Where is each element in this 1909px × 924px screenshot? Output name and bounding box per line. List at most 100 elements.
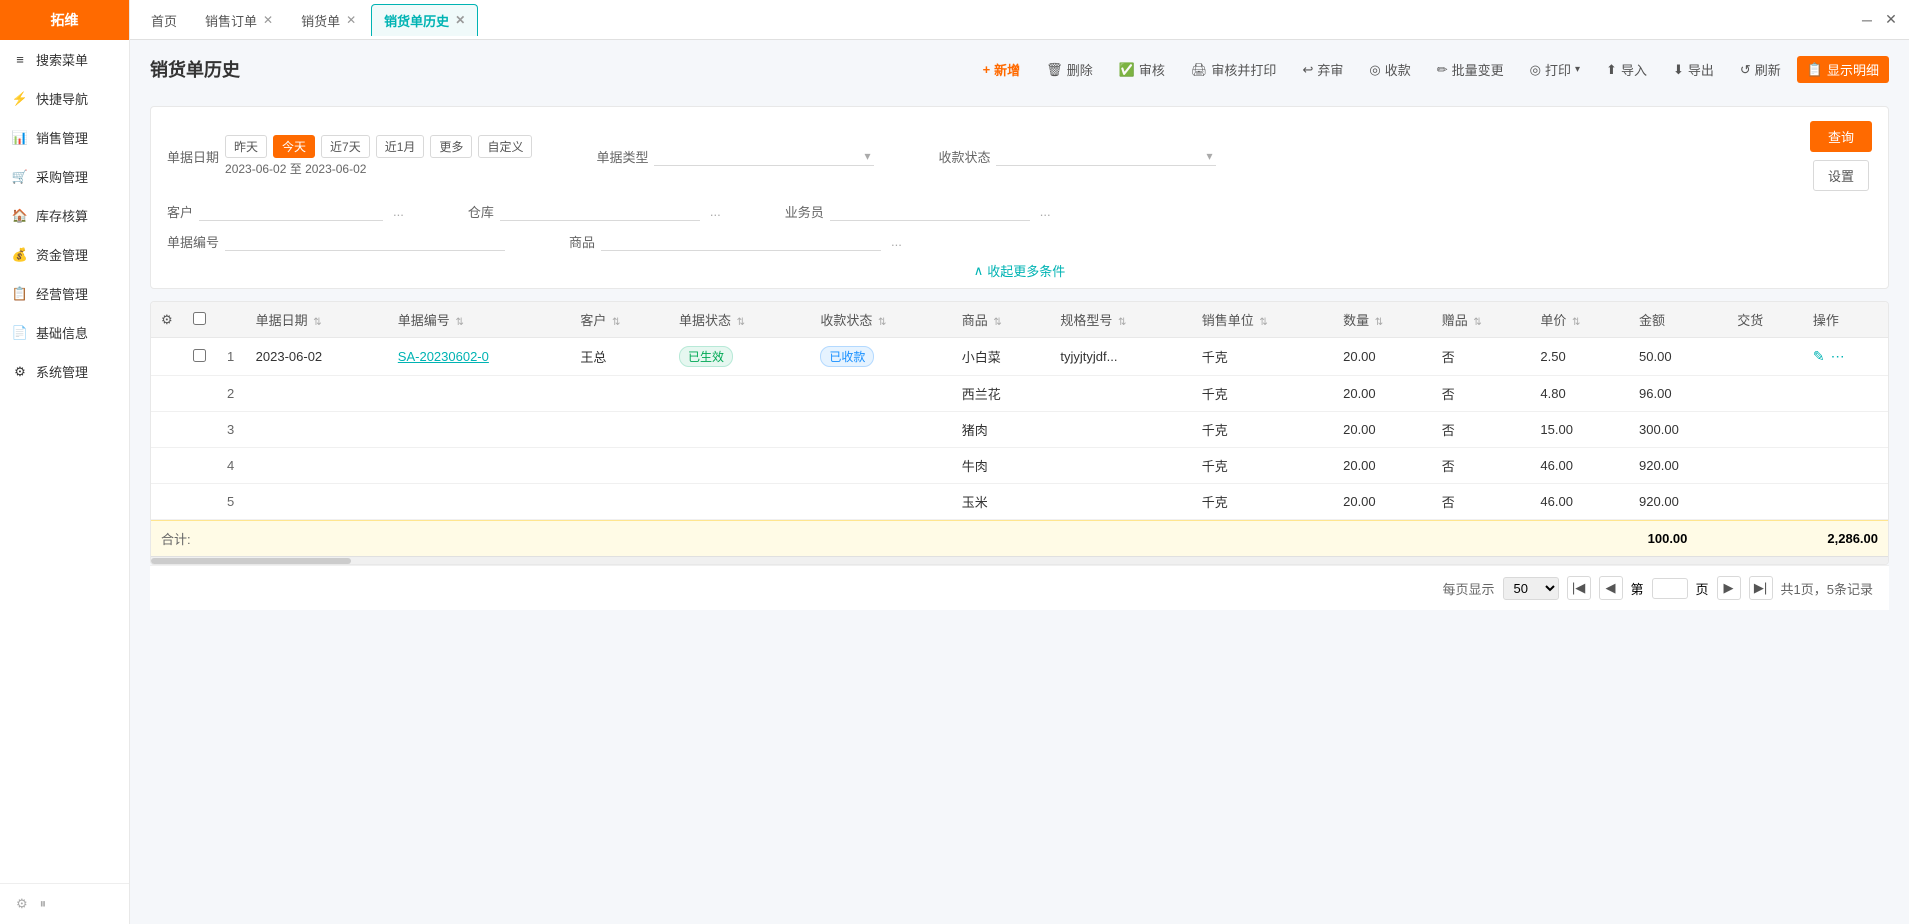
refresh-button[interactable]: ↺ 刷新 — [1730, 56, 1791, 83]
sidebar-item-sales-mgmt[interactable]: 📊 销售管理 — [0, 118, 129, 157]
sidebar-item-inventory-calc[interactable]: 🏠 库存核算 — [0, 196, 129, 235]
filter-settings-button[interactable]: 设置 — [1813, 160, 1869, 191]
doc-type-label: 单据类型 — [596, 147, 648, 166]
goods-input[interactable] — [601, 231, 881, 251]
window-min-btn[interactable]: ─ — [1857, 10, 1877, 30]
tab-sales-history[interactable]: 销货单历史 ✕ — [371, 4, 478, 36]
collect-button[interactable]: ◎ 收款 — [1359, 56, 1420, 83]
customer-input[interactable] — [199, 201, 383, 221]
row-checkbox-cell — [183, 376, 216, 412]
delete-button[interactable]: 🗑 删除 — [1036, 56, 1103, 83]
doc-no-input[interactable] — [225, 231, 505, 251]
refresh-icon: ↺ — [1740, 62, 1751, 78]
pagination-bar: 每页显示 2050100 |◀ ◀ 第 1 页 ▶ ▶| 共1页，5条记录 — [150, 565, 1889, 610]
col-customer[interactable]: 客户 ⇅ — [570, 302, 669, 338]
import-button[interactable]: ⬆ 导入 — [1596, 56, 1657, 83]
audit-print-button[interactable]: 🖨 审核并打印 — [1181, 56, 1287, 83]
page-size-select[interactable]: 2050100 — [1503, 577, 1559, 600]
sidebar-item-finance-mgmt[interactable]: 💰 资金管理 — [0, 235, 129, 274]
audit-print-icon: 🖨 — [1191, 62, 1208, 78]
sidebar-item-sys-mgmt[interactable]: ⚙ 系统管理 — [0, 352, 129, 391]
col-quantity[interactable]: 数量 ⇅ — [1333, 302, 1432, 338]
date-1month-btn[interactable]: 近1月 — [376, 135, 425, 158]
more-icon[interactable]: ⋯ — [1831, 348, 1845, 365]
date-yesterday-btn[interactable]: 昨天 — [225, 135, 267, 158]
sidebar-item-ops-mgmt[interactable]: 📋 经营管理 — [0, 274, 129, 313]
page-last-btn[interactable]: ▶| — [1749, 576, 1773, 600]
col-doc-status[interactable]: 单据状态 ⇅ — [669, 302, 810, 338]
row-settings — [151, 484, 183, 520]
tab-home[interactable]: 首页 — [138, 4, 190, 36]
col-sales-unit[interactable]: 销售单位 ⇅ — [1192, 302, 1333, 338]
bottom-pause-icon[interactable]: ⏸ — [40, 896, 47, 912]
sidebar-item-purchase-mgmt[interactable]: 🛒 采购管理 — [0, 157, 129, 196]
print-button[interactable]: ◎ 打印 ▾ — [1520, 56, 1590, 83]
row-action — [1803, 484, 1888, 520]
doc-type-select[interactable]: ▾ — [654, 147, 874, 166]
row-quantity: 20.00 — [1333, 338, 1432, 376]
window-close-btn[interactable]: ✕ — [1881, 10, 1901, 30]
sidebar-item-search-menu[interactable]: ≡ 搜索菜单 — [0, 40, 129, 79]
row-spec-type — [1050, 376, 1191, 412]
edit-icon[interactable]: ✎ — [1813, 348, 1825, 365]
query-button[interactable]: 查询 — [1810, 121, 1872, 152]
abandon-button[interactable]: ↩ 弃审 — [1292, 56, 1353, 83]
table-row: 1 2023-06-02 SA-20230602-0 王总 已生效 已收款 小白… — [151, 338, 1888, 376]
tab-sales-goods[interactable]: 销货单 ✕ — [288, 4, 369, 36]
col-spec-type[interactable]: 规格型号 ⇅ — [1050, 302, 1191, 338]
sidebar-item-quick-nav[interactable]: ⚡ 快捷导航 — [0, 79, 129, 118]
warehouse-input[interactable] — [500, 201, 700, 221]
col-doc-no[interactable]: 单据编号 ⇅ — [388, 302, 571, 338]
filter-warehouse: 仓库 ... — [468, 201, 721, 221]
page-next-btn[interactable]: ▶ — [1717, 576, 1741, 600]
col-collect-status[interactable]: 收款状态 ⇅ — [810, 302, 951, 338]
tab-sales-order-label: 销售订单 — [205, 11, 257, 30]
sidebar-item-basic-info[interactable]: 📄 基础信息 — [0, 313, 129, 352]
row-goods: 小白菜 — [952, 338, 1051, 376]
date-custom-btn[interactable]: 自定义 — [478, 135, 532, 158]
doc-no-link[interactable]: SA-20230602-0 — [398, 349, 489, 364]
collapse-filter-btn[interactable]: ∧ 收起更多条件 — [167, 261, 1872, 280]
show-details-button[interactable]: 📋 显示明细 — [1797, 56, 1889, 83]
page-prev-btn[interactable]: ◀ — [1599, 576, 1623, 600]
batch-change-button[interactable]: ✏ 批量变更 — [1427, 56, 1514, 83]
add-button[interactable]: + 新增 — [973, 56, 1031, 83]
col-settings[interactable]: ⚙ — [151, 302, 183, 338]
audit-button[interactable]: ✅ 审核 — [1109, 56, 1175, 83]
tab-sales-history-close[interactable]: ✕ — [455, 13, 465, 27]
date-more-btn[interactable]: 更多 — [430, 135, 472, 158]
tab-sales-order[interactable]: 销售订单 ✕ — [192, 4, 286, 36]
row-customer: 王总 — [570, 338, 669, 376]
select-all-checkbox[interactable] — [193, 312, 206, 325]
date-7days-btn[interactable]: 近7天 — [321, 135, 370, 158]
bottom-settings-icon[interactable]: ⚙ — [16, 896, 28, 912]
print-arrow-icon: ▾ — [1575, 64, 1580, 75]
goods-dots[interactable]: ... — [891, 234, 902, 249]
customer-dots[interactable]: ... — [393, 204, 404, 219]
page-label: 页 — [1696, 579, 1709, 598]
horizontal-scrollbar[interactable] — [151, 556, 1888, 564]
row-checkbox[interactable] — [193, 349, 206, 362]
date-today-btn[interactable]: 今天 — [273, 135, 315, 158]
col-goods[interactable]: 商品 ⇅ — [952, 302, 1051, 338]
row-customer — [570, 484, 669, 520]
filter-row-1: 单据日期 昨天 今天 近7天 近1月 更多 自定义 2023-06-02 至 2… — [167, 121, 1872, 191]
col-unit-price[interactable]: 单价 ⇅ — [1530, 302, 1629, 338]
col-amount[interactable]: 金额 — [1629, 302, 1727, 338]
salesperson-input[interactable] — [830, 201, 1030, 221]
salesperson-dots[interactable]: ... — [1040, 204, 1051, 219]
row-doc-date — [246, 376, 388, 412]
page-first-btn[interactable]: |◀ — [1567, 576, 1591, 600]
collect-status-select[interactable]: ▾ — [996, 147, 1216, 166]
table-row: 3 猪肉 千克 20.00 否 15.00 300.00 — [151, 412, 1888, 448]
export-button[interactable]: ⬇ 导出 — [1663, 56, 1724, 83]
col-doc-date[interactable]: 单据日期 ⇅ — [246, 302, 388, 338]
tab-sales-order-close[interactable]: ✕ — [263, 13, 273, 27]
table-scroll[interactable]: ⚙ 单据日期 ⇅ 单据编号 ⇅ 客户 ⇅ 单据状态 ⇅ 收款状态 ⇅ 商品 ⇅ — [151, 302, 1888, 520]
warehouse-label: 仓库 — [468, 202, 494, 221]
row-quantity: 20.00 — [1333, 448, 1432, 484]
warehouse-dots[interactable]: ... — [710, 204, 721, 219]
col-gift[interactable]: 赠品 ⇅ — [1432, 302, 1531, 338]
tab-sales-goods-close[interactable]: ✕ — [346, 13, 356, 27]
page-number-input[interactable]: 1 — [1652, 578, 1688, 599]
